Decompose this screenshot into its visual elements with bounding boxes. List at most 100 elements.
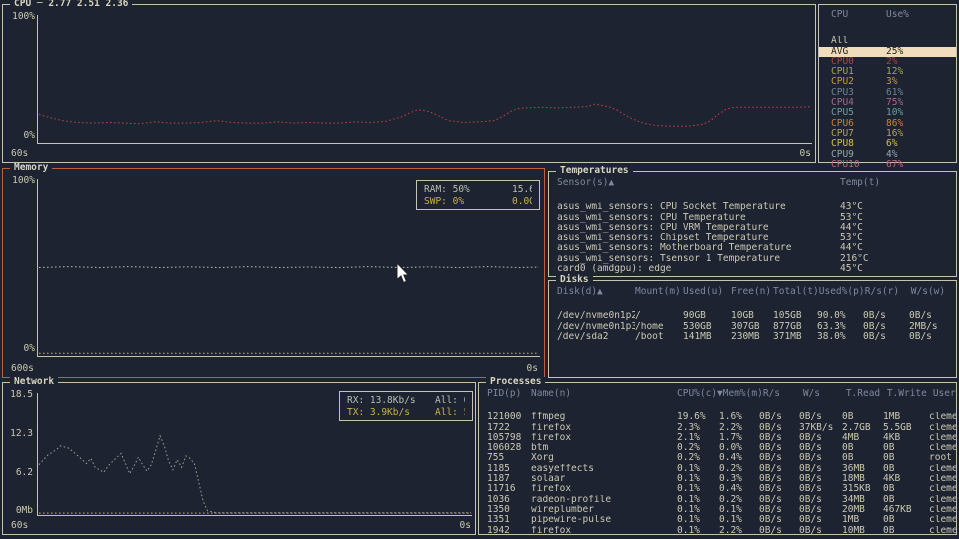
table-row[interactable]: card0 (amdgpu): edge 45°C xyxy=(549,264,956,274)
write-rate-col-header[interactable]: W/s xyxy=(803,388,846,399)
cpu-legend-header[interactable]: CPU Use% xyxy=(819,5,956,20)
table-row[interactable]: All xyxy=(819,36,956,46)
cpu-panel[interactable]: CPU ─ 2.77 2.51 2.36 100% 0% 60s 0s xyxy=(2,0,816,163)
cell-r: All: 6.8GB xyxy=(435,395,465,405)
table-row[interactable]: SWP: 0% 0.0GiB/8.0GiB xyxy=(417,195,539,207)
memory-y-max-label: 100% xyxy=(12,175,35,186)
table-row[interactable]: CPU2 3% xyxy=(819,77,956,87)
use-col-header[interactable]: Use% xyxy=(886,9,956,20)
total-col-header[interactable]: Total(t) xyxy=(773,286,819,297)
table-row[interactable]: 1185 easyeffects 0.1% 0.2% 0B/s 0B/s 36MB 0B cle… xyxy=(479,464,956,474)
cell-disk: /dev/nvme0n1p3 xyxy=(557,321,635,332)
used-pct-col-header[interactable]: Used%(p) xyxy=(819,286,865,297)
mount-col-header[interactable]: Mount(m) xyxy=(635,286,683,297)
total-write-col-header[interactable]: T.Write xyxy=(887,388,933,399)
table-row[interactable]: asus_wmi_sensors: CPU Temperature 53°C xyxy=(549,213,956,223)
network-y-label-3: 6.2 xyxy=(15,467,33,478)
cell-r: 0.0GiB/8.0GiB xyxy=(512,196,532,206)
cell-tread: 36MB xyxy=(842,463,865,474)
table-row[interactable]: CPU4 75% xyxy=(819,98,956,108)
table-row[interactable]: RX: 13.8Kb/s All: 6.8GB xyxy=(340,394,472,406)
sensor-col-header[interactable]: Sensor(s)▲ xyxy=(557,177,840,188)
cell-user: cleme… xyxy=(929,525,956,536)
table-row[interactable]: CPU0 2% xyxy=(819,57,956,67)
cell-ws: 0B/s xyxy=(799,484,822,495)
table-row[interactable]: 1351 pipewire-pulse 0.1% 0.1% 0B/s 0B/s 1MB 0B c… xyxy=(479,515,956,525)
table-row[interactable]: CPU3 61% xyxy=(819,88,956,98)
table-row[interactable]: /dev/nvme0n1p2/ 90GB 10GB 105GB 90.0% 0B/s 0B/… xyxy=(549,311,956,321)
table-row[interactable]: CPU8 6% xyxy=(819,139,956,149)
name-col-header[interactable]: Name(n) xyxy=(531,388,677,399)
table-row[interactable]: asus_wmi_sensors: CPU Socket Temperature… xyxy=(549,202,956,212)
table-row[interactable]: /dev/nvme0n1p3/home 530GB 307GB 877GB 63.3% 0… xyxy=(549,322,956,332)
processes-panel[interactable]: Processes PID(p) Name(n) CPU%(c)▼ Mem%(m… xyxy=(478,376,957,536)
table-row[interactable]: asus_wmi_sensors: Tsensor 1 Temperature 2… xyxy=(549,254,956,264)
table-row[interactable]: 1942 firefox 0.1% 2.2% 0B/s 0B/s 10MB 0B cleme… xyxy=(479,526,956,536)
cpu-usage-chart xyxy=(37,15,812,144)
table-row[interactable]: /dev/sda2/boot 141MB 230MB 371MB 38.0% 0B/s 0B… xyxy=(549,332,956,342)
used-col-header[interactable]: Used(u) xyxy=(683,286,731,297)
write-rate-col-header[interactable]: W/s(w) xyxy=(911,286,956,297)
read-rate-col-header[interactable]: R/s xyxy=(763,388,803,399)
table-row[interactable]: 755 Xorg 0.2% 0.4% 0B/s 0B/s 0B 0B root xyxy=(479,453,956,463)
table-row[interactable]: 1187 solaar 0.1% 0.3% 0B/s 0B/s 18MB 4KB cleme… xyxy=(479,474,956,484)
cell-cpu: 0.2% xyxy=(677,453,700,464)
cell-pid: 106028 xyxy=(487,443,522,454)
table-row[interactable]: 1036 radeon-profile 0.1% 0.2% 0B/s 0B/s 34MB 0B… xyxy=(479,495,956,505)
table-row[interactable]: CPU9 4% xyxy=(819,150,956,160)
table-row[interactable]: 105798 firefox 2.1% 1.7% 0B/s 0B/s 4MB 4KB cleme… xyxy=(479,433,956,443)
cell-cpu: 2.3% xyxy=(677,422,700,433)
table-row[interactable]: CPU6 86% xyxy=(819,119,956,129)
memory-legend-box: RAM: 50% 15.6GiB/31.3GiB SWP: 0% 0.0GiB/8.0… xyxy=(416,180,540,210)
cell-pid: 1036 xyxy=(487,494,510,505)
temp-col-header[interactable]: Temp(t) xyxy=(840,177,956,188)
table-row[interactable]: 1722 firefox 2.3% 2.2% 0B/s 37KB/s 2.7GB 5.5GB c… xyxy=(479,423,956,433)
table-row[interactable]: 11716 firefox 0.1% 0.4% 0B/s 0B/s 315KB 0B cleme… xyxy=(479,484,956,494)
disks-panel-title: Disks xyxy=(556,274,593,286)
cell-twrite: 4KB xyxy=(883,432,901,443)
disk-col-header[interactable]: Disk(d)▲ xyxy=(557,286,635,297)
network-panel[interactable]: Network 18.5 12.3 6.2 0Mb 60s 0s RX: 13.… xyxy=(2,376,476,535)
cell-cpu: 2.1% xyxy=(677,432,700,443)
disks-panel[interactable]: Disks Disk(d)▲ Mount(m) Used(u) Free(n) … xyxy=(548,274,957,378)
cpu-legend-table[interactable]: CPU Use% All AVG 25% CPU0 2% CPU1 12% CPU2 3% CPU… xyxy=(818,4,957,170)
pid-col-header[interactable]: PID(p) xyxy=(487,388,531,399)
table-row[interactable]: asus_wmi_sensors: Motherboard Temperatur… xyxy=(549,243,956,253)
table-row[interactable]: asus_wmi_sensors: CPU VRM Temperature 44°… xyxy=(549,223,956,233)
temperatures-panel[interactable]: Temperatures Sensor(s)▲ Temp(t) asus_wmi… xyxy=(548,165,957,277)
table-row[interactable]: 121000 ffmpeg 19.6% 1.6% 0B/s 0B/s 0B 1MB cleme… xyxy=(479,412,956,422)
table-row[interactable]: TX: 3.9Kb/s All: 505.6MB xyxy=(340,406,472,418)
table-row[interactable]: CPU10 67% xyxy=(819,160,956,170)
memory-panel[interactable]: Memory 100% 0% 600s 0s RAM: 50% 15.6GiB/3… xyxy=(2,162,545,378)
cell-ws: 0B/s xyxy=(799,474,822,485)
cell-sensor: asus_wmi_sensors: CPU Socket Temperature xyxy=(557,202,786,213)
free-col-header[interactable]: Free(n) xyxy=(731,286,773,297)
cpu-pct-col-header[interactable]: CPU%(c)▼ xyxy=(677,388,723,399)
user-col-header[interactable]: User xyxy=(933,388,956,399)
cell-cpu: 0.1% xyxy=(677,463,700,474)
cell-total: 105GB xyxy=(773,311,802,322)
cell-name: Xorg xyxy=(531,453,554,464)
total-read-col-header[interactable]: T.Read xyxy=(846,388,887,399)
read-rate-col-header[interactable]: R/s(r) xyxy=(865,286,911,297)
table-row[interactable]: AVG 25% xyxy=(819,46,956,57)
table-row[interactable]: CPU5 10% xyxy=(819,108,956,118)
table-row[interactable]: asus_wmi_sensors: Chipset Temperature 53°… xyxy=(549,233,956,243)
cell-twrite: 0B xyxy=(883,525,895,536)
cell-tread: 2.7GB xyxy=(842,422,871,433)
table-row[interactable]: RAM: 50% 15.6GiB/31.3GiB xyxy=(417,183,539,195)
table-row[interactable]: CPU7 16% xyxy=(819,129,956,139)
cell-tread: 18MB xyxy=(842,474,865,485)
processes-header[interactable]: PID(p) Name(n) CPU%(c)▼ Mem%(m) R/s W/s … xyxy=(479,383,956,399)
cell-r: All: 505.6MB xyxy=(435,407,465,417)
cell-mem: 0.2% xyxy=(719,463,742,474)
btm-system-monitor: CPU ─ 2.77 2.51 2.36 100% 0% 60s 0s CPU … xyxy=(0,0,959,539)
mem-pct-col-header[interactable]: Mem%(m) xyxy=(723,388,763,399)
disks-header[interactable]: Disk(d)▲ Mount(m) Used(u) Free(n) Total(… xyxy=(549,281,956,297)
table-row[interactable]: 106028 btm 0.2% 0.0% 0B/s 0B/s 0B 0B cleme… xyxy=(479,443,956,453)
cell-usedp: 38.0% xyxy=(817,331,846,342)
table-row[interactable]: CPU1 12% xyxy=(819,67,956,77)
cell-user: cleme… xyxy=(929,422,956,433)
cpu-col-header[interactable]: CPU xyxy=(831,9,886,20)
table-row[interactable]: 1350 wireplumber 0.1% 0.1% 0B/s 0B/s 20MB 467KB… xyxy=(479,505,956,515)
